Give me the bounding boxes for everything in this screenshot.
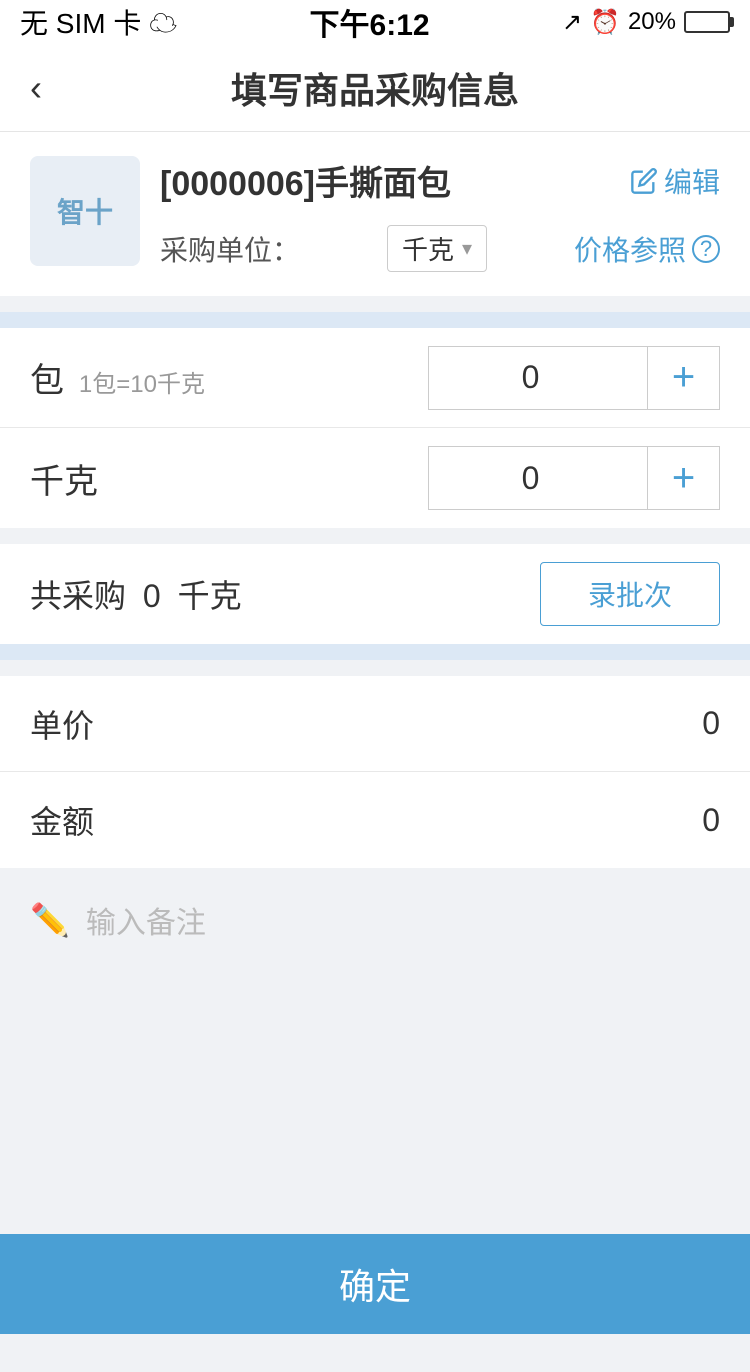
remark-placeholder: 输入备注 <box>86 898 206 942</box>
section-divider-2 <box>0 644 750 660</box>
location-icon: ↗ <box>562 8 582 37</box>
price-ref-label: 价格参照 <box>574 229 686 269</box>
page-title: 填写商品采购信息 <box>231 62 519 114</box>
sim-status: 无 SIM 卡 ☁ <box>20 2 177 42</box>
input-section: 包 1包=10千克 + 千克 + 共采购 0 千克 <box>0 328 750 644</box>
product-info: [0000006]手撕面包 编辑 采购单位： 千克 ▾ 价格参照 ? <box>160 156 720 272</box>
kg-label: 千克 <box>30 463 98 501</box>
summary-amount: 0 <box>143 578 161 614</box>
product-name-row: [0000006]手撕面包 编辑 <box>160 156 720 205</box>
unit-price-row: 单价 0 <box>0 676 750 772</box>
summary-text: 共采购 0 千克 <box>30 571 242 617</box>
inner-divider <box>0 528 750 544</box>
chevron-down-icon: ▾ <box>462 236 472 261</box>
bag-label: 包 <box>30 362 64 400</box>
content-spacer <box>0 972 750 1272</box>
summary-unit: 千克 <box>178 578 242 614</box>
unit-label: 采购单位： <box>160 229 300 269</box>
batch-button[interactable]: 录批次 <box>540 562 720 626</box>
bag-plus-button[interactable]: + <box>648 346 720 410</box>
section-divider-1 <box>0 312 750 328</box>
kg-input[interactable] <box>428 446 648 510</box>
confirm-button[interactable]: 确定 <box>0 1234 750 1334</box>
amount-label: 金额 <box>30 797 94 843</box>
pencil-icon: ✏️ <box>30 901 70 939</box>
price-info-section: 单价 0 金额 0 <box>0 676 750 868</box>
battery-percent: 20% <box>628 8 676 36</box>
edit-label: 编辑 <box>664 161 720 201</box>
summary-prefix: 共采购 <box>30 578 126 614</box>
status-right: ↗ ⏰ 20% <box>562 8 730 37</box>
battery-icon <box>684 11 730 33</box>
price-ref-button[interactable]: 价格参照 ? <box>574 229 720 269</box>
bag-input[interactable] <box>428 346 648 410</box>
kg-plus-button[interactable]: + <box>648 446 720 510</box>
unit-price-label: 单价 <box>30 701 94 747</box>
purchase-unit-row: 采购单位： 千克 ▾ 价格参照 ? <box>160 225 720 272</box>
product-card: 智十 [0000006]手撕面包 编辑 采购单位： 千克 ▾ <box>0 132 750 296</box>
bag-controls: + <box>428 346 720 410</box>
product-image: 智十 <box>30 156 140 266</box>
kg-controls: + <box>428 446 720 510</box>
amount-row: 金额 0 <box>0 772 750 868</box>
summary-row: 共采购 0 千克 录批次 <box>0 544 750 644</box>
status-left: 无 SIM 卡 ☁ <box>20 2 177 42</box>
info-icon: ? <box>692 235 720 263</box>
amount-value: 0 <box>702 802 720 839</box>
status-bar: 无 SIM 卡 ☁ 下午6:12 ↗ ⏰ 20% <box>0 0 750 44</box>
product-name: [0000006]手撕面包 <box>160 156 451 205</box>
remark-section[interactable]: ✏️ 输入备注 <box>0 868 750 972</box>
edit-button[interactable]: 编辑 <box>630 161 720 201</box>
nav-bar: ‹ 填写商品采购信息 <box>0 44 750 132</box>
alarm-icon: ⏰ <box>590 8 620 37</box>
unit-select[interactable]: 千克 ▾ <box>387 225 487 272</box>
status-time: 下午6:12 <box>310 0 430 44</box>
unit-price-value: 0 <box>702 705 720 742</box>
product-logo: 智十 <box>57 191 113 231</box>
kg-input-row: 千克 + <box>0 428 750 528</box>
unit-value: 千克 <box>402 230 454 267</box>
bag-input-row: 包 1包=10千克 + <box>0 328 750 428</box>
bag-sub-label: 1包=10千克 <box>79 371 205 398</box>
back-button[interactable]: ‹ <box>30 67 90 109</box>
